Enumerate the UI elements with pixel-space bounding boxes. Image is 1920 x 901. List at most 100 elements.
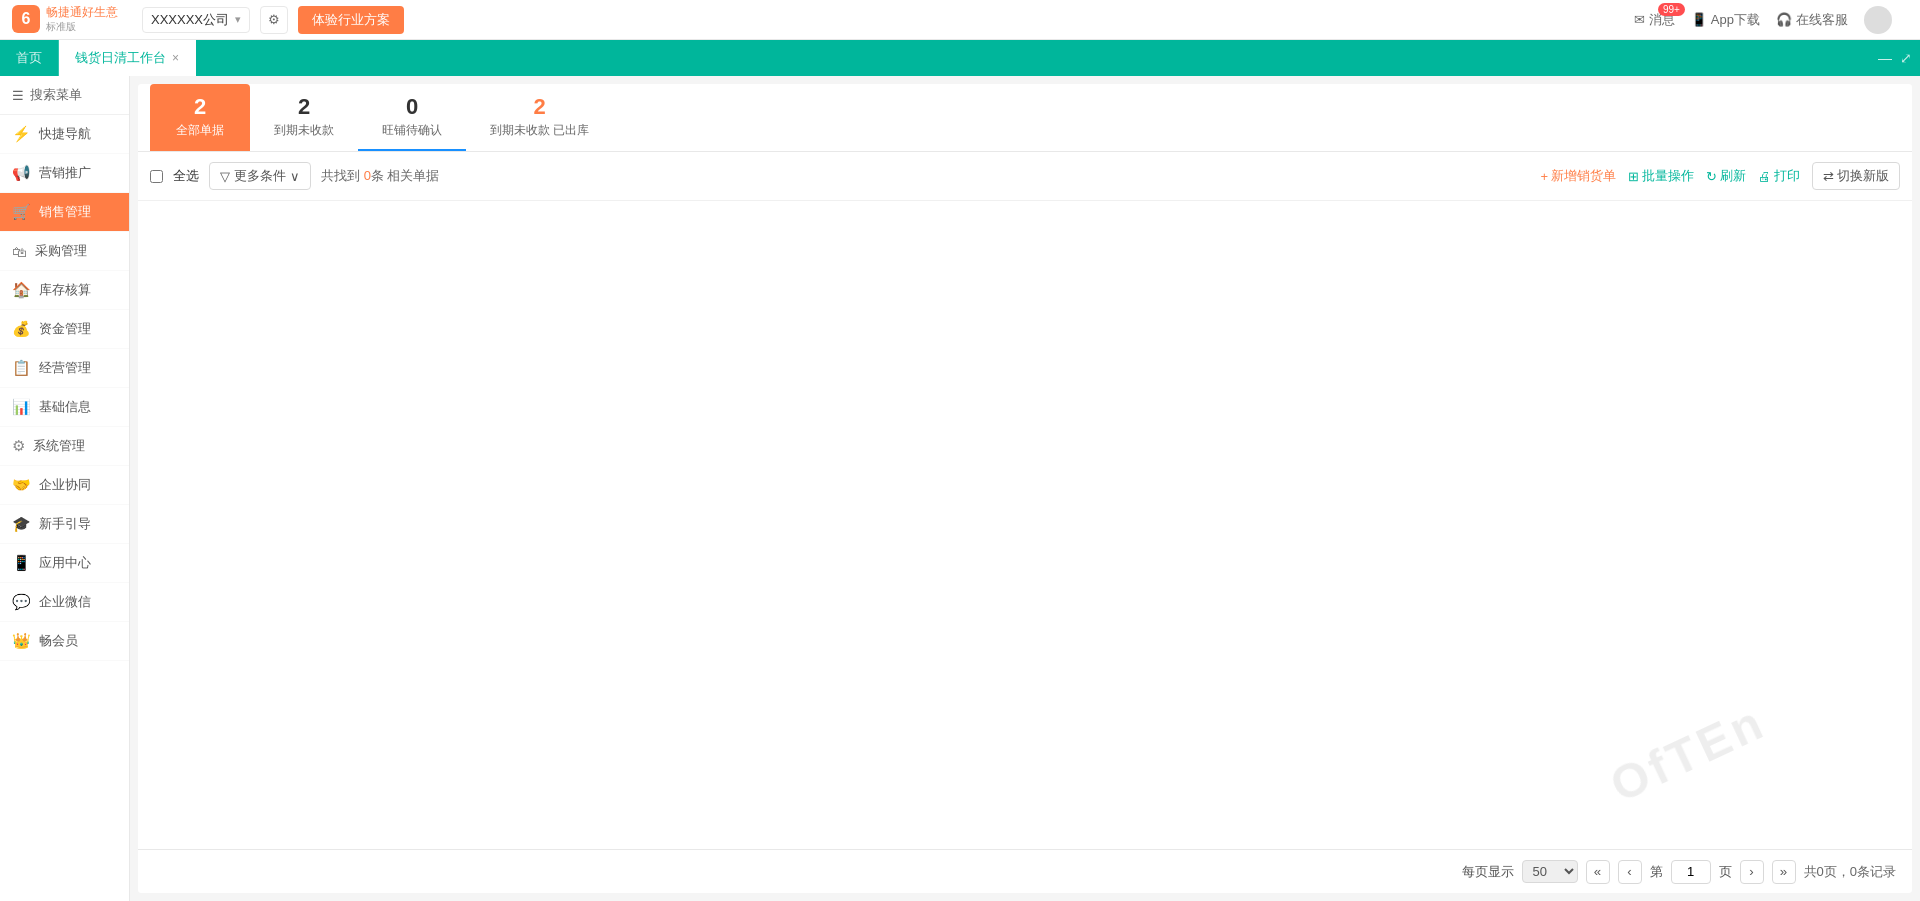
switch-version-button[interactable]: ⇄ 切换新版 xyxy=(1812,162,1900,190)
sidebar-item-label: 应用中心 xyxy=(39,554,91,572)
cooperation-icon: 🤝 xyxy=(12,476,31,494)
add-icon: + xyxy=(1540,169,1548,184)
sidebar-item-quick-nav[interactable]: ⚡ 快捷导航 xyxy=(0,115,129,154)
message-button[interactable]: ✉ 消息 99+ xyxy=(1634,11,1675,29)
app-download-label: App下载 xyxy=(1711,11,1760,29)
sidebar-item-app-center[interactable]: 📱 应用中心 xyxy=(0,544,129,583)
stats-tabs: 2 全部单据 2 到期未收款 0 旺铺待确认 2 到期未收款 已出库 xyxy=(138,84,1912,152)
logo-area: 6 畅捷通好生意 标准版 xyxy=(12,5,142,33)
add-order-button[interactable]: + 新增销货单 xyxy=(1540,167,1616,185)
basic-info-icon: 📊 xyxy=(12,398,31,416)
purchase-icon: 🛍 xyxy=(12,243,27,260)
header-right: ✉ 消息 99+ 📱 App下载 🎧 在线客服 xyxy=(1634,6,1908,34)
refresh-button[interactable]: ↻ 刷新 xyxy=(1706,167,1746,185)
content-inner: 2 全部单据 2 到期未收款 0 旺铺待确认 2 到期未收款 已出库 xyxy=(138,84,1912,893)
stat-pending-number: 0 xyxy=(406,94,418,120)
sidebar-item-inventory[interactable]: 🏠 库存核算 xyxy=(0,271,129,310)
first-page-button[interactable]: « xyxy=(1586,860,1610,884)
service-label: 在线客服 xyxy=(1796,11,1848,29)
tab-close-icon[interactable]: × xyxy=(172,51,179,65)
service-icon: 🎧 xyxy=(1776,12,1792,27)
count-number: 0 xyxy=(364,168,371,183)
found-count: 共找到 0条 相关单据 xyxy=(321,167,439,185)
page-size-select[interactable]: 50 10 20 100 xyxy=(1522,860,1578,883)
sidebar-item-label: 库存核算 xyxy=(39,281,91,299)
toolbar: 全选 ▽ 更多条件 ∨ 共找到 0条 相关单据 + 新增销货单 ⊞ xyxy=(138,152,1912,201)
sidebar-item-label: 畅会员 xyxy=(39,632,78,650)
tab-workbench[interactable]: 钱货日清工作台 × xyxy=(59,40,196,76)
refresh-icon: ↻ xyxy=(1706,169,1717,184)
filter-button[interactable]: ▽ 更多条件 ∨ xyxy=(209,162,311,190)
sidebar-item-label: 企业协同 xyxy=(39,476,91,494)
stat-tab-overdue-shipped[interactable]: 2 到期未收款 已出库 xyxy=(466,84,613,151)
sidebar-item-purchase[interactable]: 🛍 采购管理 xyxy=(0,232,129,271)
logo-sub: 标准版 xyxy=(46,20,118,34)
sidebar-item-basic-info[interactable]: 📊 基础信息 xyxy=(0,388,129,427)
page-input[interactable] xyxy=(1671,860,1711,884)
company-dropdown-arrow: ▾ xyxy=(235,13,241,26)
inventory-icon: 🏠 xyxy=(12,281,31,299)
search-icon: ☰ xyxy=(12,88,24,103)
gear-icon: ⚙ xyxy=(268,12,280,27)
finance-icon: 💰 xyxy=(12,320,31,338)
select-all-checkbox[interactable] xyxy=(150,170,163,183)
sidebar-item-member[interactable]: 👑 畅会员 xyxy=(0,622,129,661)
last-page-button[interactable]: » xyxy=(1772,860,1796,884)
sidebar-item-label: 快捷导航 xyxy=(39,125,91,143)
pagination-bar: 每页显示 50 10 20 100 « ‹ 第 页 › » 共0页，0条记录 xyxy=(138,849,1912,893)
app-center-icon: 📱 xyxy=(12,554,31,572)
sidebar-search[interactable]: ☰ 搜索菜单 xyxy=(0,76,129,115)
logo-icon: 6 xyxy=(12,5,40,33)
sidebar-item-guide[interactable]: 🎓 新手引导 xyxy=(0,505,129,544)
stat-overdue-label: 到期未收款 xyxy=(274,122,334,139)
stat-tab-all[interactable]: 2 全部单据 xyxy=(150,84,250,151)
sidebar-item-label: 资金管理 xyxy=(39,320,91,338)
member-icon: 👑 xyxy=(12,632,31,650)
switch-icon: ⇄ xyxy=(1823,169,1834,184)
page-suffix: 页 xyxy=(1719,863,1732,881)
guide-icon: 🎓 xyxy=(12,515,31,533)
sidebar-item-sales[interactable]: 🛒 销售管理 xyxy=(0,193,129,232)
stat-tab-overdue[interactable]: 2 到期未收款 xyxy=(250,84,358,151)
online-service-button[interactable]: 🎧 在线客服 xyxy=(1776,11,1848,29)
sidebar-item-marketing[interactable]: 📢 营销推广 xyxy=(0,154,129,193)
sidebar-item-label: 营销推广 xyxy=(39,164,91,182)
next-page-button[interactable]: › xyxy=(1740,860,1764,884)
wechat-icon: 💬 xyxy=(12,593,31,611)
total-info: 共0页，0条记录 xyxy=(1804,863,1896,881)
sidebar-item-label: 经营管理 xyxy=(39,359,91,377)
tab-home-label: 首页 xyxy=(16,49,42,67)
sidebar-item-cooperation[interactable]: 🤝 企业协同 xyxy=(0,466,129,505)
page-label: 第 xyxy=(1650,863,1663,881)
stat-tab-pending[interactable]: 0 旺铺待确认 xyxy=(358,84,466,151)
sidebar-item-operations[interactable]: 📋 经营管理 xyxy=(0,349,129,388)
refresh-label: 刷新 xyxy=(1720,167,1746,185)
company-selector[interactable]: XXXXXX公司 ▾ xyxy=(142,7,250,33)
add-label: 新增销货单 xyxy=(1551,167,1616,185)
prev-page-button[interactable]: ‹ xyxy=(1618,860,1642,884)
sidebar-item-wechat[interactable]: 💬 企业微信 xyxy=(0,583,129,622)
content-area: 2 全部单据 2 到期未收款 0 旺铺待确认 2 到期未收款 已出库 xyxy=(130,76,1920,901)
print-icon: 🖨 xyxy=(1758,169,1771,184)
trial-button[interactable]: 体验行业方案 xyxy=(298,6,404,34)
minimize-icon[interactable]: — xyxy=(1878,50,1892,66)
print-label: 打印 xyxy=(1774,167,1800,185)
sidebar: ☰ 搜索菜单 ⚡ 快捷导航 📢 营销推广 🛒 销售管理 🛍 采购管理 🏠 库存核… xyxy=(0,76,130,901)
maximize-icon[interactable]: ⤢ xyxy=(1900,50,1912,66)
search-label: 搜索菜单 xyxy=(30,86,82,104)
sidebar-item-finance[interactable]: 💰 资金管理 xyxy=(0,310,129,349)
page-size-label: 每页显示 xyxy=(1462,863,1514,881)
sidebar-item-label: 基础信息 xyxy=(39,398,91,416)
sidebar-item-label: 销售管理 xyxy=(39,203,91,221)
batch-icon: ⊞ xyxy=(1628,169,1639,184)
company-name: XXXXXX公司 xyxy=(151,11,229,29)
settings-button[interactable]: ⚙ xyxy=(260,6,288,34)
main-layout: ☰ 搜索菜单 ⚡ 快捷导航 📢 营销推广 🛒 销售管理 🛍 采购管理 🏠 库存核… xyxy=(0,76,1920,901)
print-button[interactable]: 🖨 打印 xyxy=(1758,167,1800,185)
batch-label: 批量操作 xyxy=(1642,167,1694,185)
avatar[interactable] xyxy=(1864,6,1892,34)
batch-operation-button[interactable]: ⊞ 批量操作 xyxy=(1628,167,1694,185)
sidebar-item-system[interactable]: ⚙ 系统管理 xyxy=(0,427,129,466)
app-download-button[interactable]: 📱 App下载 xyxy=(1691,11,1760,29)
tab-home[interactable]: 首页 xyxy=(0,40,59,76)
